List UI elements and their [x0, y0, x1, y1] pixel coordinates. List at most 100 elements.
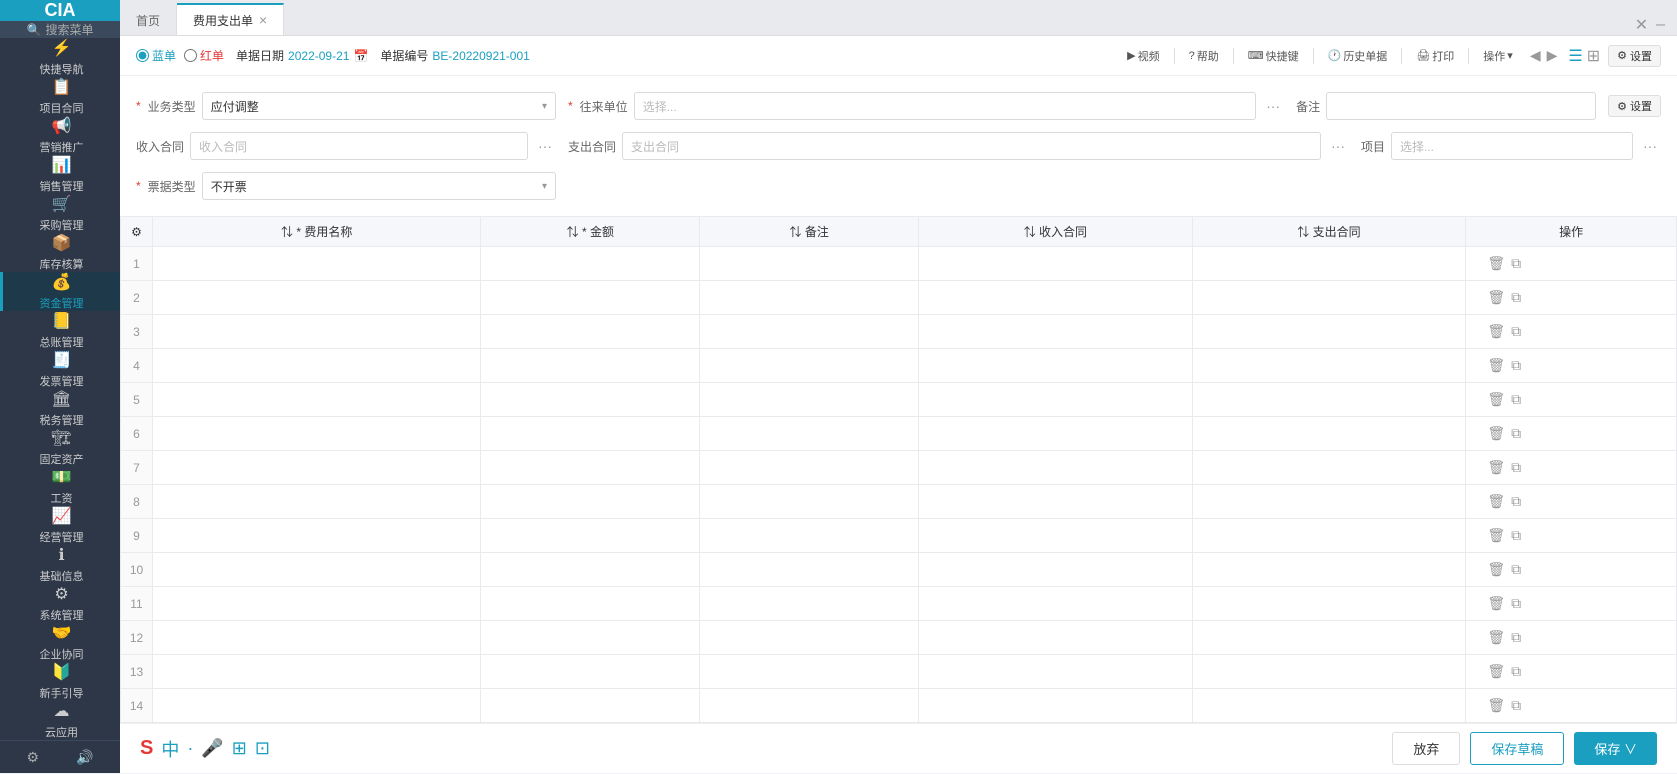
delete-row-icon[interactable]: 🗑 — [1487, 697, 1505, 714]
income-contract-cell[interactable] — [919, 451, 1193, 485]
income-contract-cell[interactable] — [919, 519, 1193, 553]
list-view-icon[interactable]: ☰ — [1568, 46, 1582, 66]
note-cell[interactable] — [700, 281, 919, 315]
expense-contract-cell[interactable] — [1192, 485, 1466, 519]
expense-name-cell[interactable] — [153, 621, 481, 655]
sidebar-item-invoice[interactable]: 🧾 发票管理 — [0, 350, 120, 389]
copy-row-icon[interactable]: ⧉ — [1511, 561, 1521, 578]
business-type-select[interactable]: 应付调整 ▾ — [202, 92, 556, 120]
expense-contract-cell[interactable] — [1192, 621, 1466, 655]
project-dots[interactable]: ··· — [1639, 138, 1661, 154]
nav-prev-icon[interactable]: ◀ — [1527, 45, 1544, 66]
radio-blue-input[interactable] — [136, 49, 149, 62]
income-contract-cell[interactable] — [919, 315, 1193, 349]
amount-cell[interactable] — [481, 349, 700, 383]
sidebar-item-tax[interactable]: 🏛 税务管理 — [0, 389, 120, 428]
invoice-type-select[interactable]: 不开票 ▾ — [202, 172, 556, 200]
expense-contract-cell[interactable] — [1192, 553, 1466, 587]
income-contract-dots[interactable]: ··· — [534, 138, 556, 154]
video-btn[interactable]: ▶ 视频 — [1121, 46, 1165, 66]
delete-row-icon[interactable]: 🗑 — [1487, 323, 1505, 340]
expense-name-cell[interactable] — [153, 349, 481, 383]
expense-contract-cell[interactable] — [1192, 655, 1466, 689]
th-expense-name[interactable]: ⇅ * 费用名称 — [153, 217, 481, 247]
settings-bottom-icon[interactable]: ⚙ — [27, 749, 40, 766]
sidebar-item-finance[interactable]: 💰 资金管理 — [0, 272, 120, 311]
save-draft-button[interactable]: 保存草稿 — [1470, 732, 1564, 765]
ops-btn[interactable]: 操作 ▾ — [1477, 46, 1519, 66]
note-cell[interactable] — [700, 519, 919, 553]
expense-name-cell[interactable] — [153, 247, 481, 281]
nav-next-icon[interactable]: ▶ — [1544, 45, 1561, 66]
amount-cell[interactable] — [481, 417, 700, 451]
mic-icon[interactable]: 🎤 — [201, 738, 223, 759]
date-value[interactable]: 2022-09-21 — [288, 49, 349, 63]
expense-contract-cell[interactable] — [1192, 587, 1466, 621]
note-cell[interactable] — [700, 621, 919, 655]
expense-contract-cell[interactable] — [1192, 519, 1466, 553]
income-contract-cell[interactable] — [919, 281, 1193, 315]
expense-contract-cell[interactable] — [1192, 315, 1466, 349]
expense-name-cell[interactable] — [153, 315, 481, 349]
delete-row-icon[interactable]: 🗑 — [1487, 663, 1505, 680]
amount-cell[interactable] — [481, 247, 700, 281]
sidebar-item-payroll[interactable]: 💵 工资 — [0, 467, 120, 506]
income-contract-cell[interactable] — [919, 383, 1193, 417]
expense-name-cell[interactable] — [153, 281, 481, 315]
copy-row-icon[interactable]: ⧉ — [1511, 459, 1521, 476]
table-icon[interactable]: ⊞ — [232, 738, 247, 759]
th-note[interactable]: ⇅ 备注 — [700, 217, 919, 247]
delete-row-icon[interactable]: 🗑 — [1487, 595, 1505, 612]
history-btn[interactable]: 🕐 历史单据 — [1322, 46, 1394, 66]
tab-expense[interactable]: 费用支出单 × — [177, 3, 284, 35]
amount-cell[interactable] — [481, 485, 700, 519]
zhongwen-icon[interactable]: 中 — [161, 736, 179, 762]
calendar-icon[interactable]: 📅 — [353, 49, 368, 63]
expense-name-cell[interactable] — [153, 553, 481, 587]
income-contract-cell[interactable] — [919, 485, 1193, 519]
settings-button[interactable]: ⚙ 设置 — [1608, 45, 1661, 67]
income-contract-input[interactable]: 收入合同 — [190, 132, 528, 160]
amount-cell[interactable] — [481, 383, 700, 417]
delete-row-icon[interactable]: 🗑 — [1487, 527, 1505, 544]
delete-row-icon[interactable]: 🗑 — [1487, 425, 1505, 442]
copy-row-icon[interactable]: ⧉ — [1511, 595, 1521, 612]
copy-row-icon[interactable]: ⧉ — [1511, 629, 1521, 646]
sidebar-item-system[interactable]: ⚙ 系统管理 — [0, 584, 120, 623]
window-close-btn[interactable]: ✕ — [1631, 15, 1652, 35]
expense-name-cell[interactable] — [153, 587, 481, 621]
window-minimize-btn[interactable]: – — [1652, 16, 1669, 34]
income-contract-cell[interactable] — [919, 655, 1193, 689]
sidebar-search[interactable]: 🔍 搜索菜单 — [0, 21, 120, 38]
income-contract-cell[interactable] — [919, 349, 1193, 383]
copy-row-icon[interactable]: ⧉ — [1511, 527, 1521, 544]
sidebar-item-cloud[interactable]: ☁ 云应用 — [0, 701, 120, 740]
expense-name-cell[interactable] — [153, 689, 481, 723]
radio-blue[interactable]: 蓝单 — [136, 47, 176, 64]
discard-button[interactable]: 放弃 — [1392, 732, 1460, 765]
table-settings-icon[interactable]: ⚙ — [131, 225, 142, 239]
copy-row-icon[interactable]: ⧉ — [1511, 493, 1521, 510]
copy-row-icon[interactable]: ⧉ — [1511, 357, 1521, 374]
th-amount[interactable]: ⇅ * 金额 — [481, 217, 700, 247]
sidebar-item-project-contract[interactable]: 📋 项目合同 — [0, 77, 120, 116]
copy-row-icon[interactable]: ⧉ — [1511, 697, 1521, 714]
sidebar-item-new-guide[interactable]: 🔰 新手引导 — [0, 662, 120, 701]
note-cell[interactable] — [700, 587, 919, 621]
copy-row-icon[interactable]: ⧉ — [1511, 255, 1521, 272]
sidebar-item-basic-info[interactable]: ℹ 基础信息 — [0, 545, 120, 584]
expense-contract-cell[interactable] — [1192, 689, 1466, 723]
expense-contract-cell[interactable] — [1192, 281, 1466, 315]
expense-name-cell[interactable] — [153, 383, 481, 417]
volume-icon[interactable]: 🔊 — [76, 749, 93, 766]
expense-name-cell[interactable] — [153, 417, 481, 451]
amount-cell[interactable] — [481, 553, 700, 587]
expense-name-cell[interactable] — [153, 655, 481, 689]
project-input[interactable]: 选择... — [1391, 132, 1633, 160]
remark-input[interactable] — [1326, 92, 1596, 120]
income-contract-cell[interactable] — [919, 553, 1193, 587]
expense-contract-input[interactable]: 支出合同 — [622, 132, 1321, 160]
amount-cell[interactable] — [481, 621, 700, 655]
income-contract-cell[interactable] — [919, 621, 1193, 655]
th-settings[interactable]: ⚙ — [121, 217, 153, 247]
